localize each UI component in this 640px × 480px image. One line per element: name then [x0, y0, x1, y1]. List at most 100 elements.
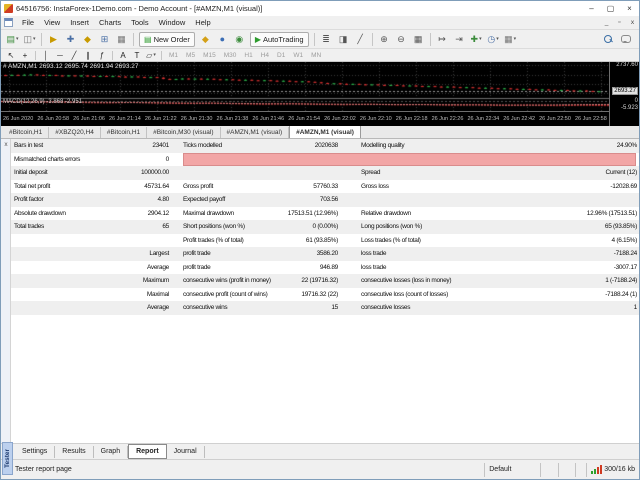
- bar-chart-icon[interactable]: ≣: [319, 32, 334, 47]
- search-icon[interactable]: [604, 34, 613, 44]
- chart-area[interactable]: # AMZN,M1 2693.12 2695.74 2691.94 2693.2…: [1, 62, 639, 126]
- tile-windows-icon[interactable]: ▦: [411, 32, 426, 47]
- tester-tab-journal[interactable]: Journal: [167, 445, 205, 458]
- metaeditor-icon[interactable]: ◆: [198, 32, 213, 47]
- tester-tab-report[interactable]: Report: [128, 444, 167, 459]
- chart-tab[interactable]: #AMZN,M1 (visual): [221, 127, 290, 138]
- chat-icon[interactable]: [621, 35, 631, 43]
- report-cell: 57760.33: [313, 182, 338, 190]
- line-chart-icon[interactable]: ╱: [353, 32, 368, 47]
- zoom-out-icon[interactable]: ⊖: [394, 32, 409, 47]
- navigator-icon[interactable]: ◆: [80, 32, 95, 47]
- data-window-icon[interactable]: ✚: [63, 32, 78, 47]
- report-cell: 65 (93.85%): [604, 223, 637, 230]
- templates-icon[interactable]: ▦ ▾: [503, 32, 518, 47]
- toolbar-separator: [133, 32, 134, 46]
- timeframe-m5-button[interactable]: M5: [182, 52, 199, 59]
- time-axis-label: 26 Jun 22:02: [324, 116, 356, 122]
- shapes-icon[interactable]: ▱ ▾: [145, 50, 157, 61]
- tester-dock-tab[interactable]: Tester: [2, 442, 13, 475]
- fibonacci-icon[interactable]: ƒ: [96, 50, 108, 61]
- report-cell: Total trades: [14, 223, 45, 230]
- crosshair-icon[interactable]: +: [19, 50, 31, 61]
- menu-help[interactable]: Help: [190, 16, 215, 29]
- minimize-button[interactable]: –: [582, 1, 601, 16]
- timeframe-h1-button[interactable]: H1: [240, 52, 256, 59]
- community-icon[interactable]: ●: [215, 32, 230, 47]
- chart-window-icon[interactable]: [4, 18, 13, 27]
- current-price-label: 2693.27: [612, 87, 638, 95]
- label-icon[interactable]: T: [131, 50, 143, 61]
- mdi-restore-button[interactable]: ▫: [613, 17, 626, 28]
- macd-low-label: -5.923: [620, 105, 638, 111]
- menu-bar: File View Insert Charts Tools Window Help _ ▫ …: [1, 16, 639, 30]
- report-cell: Initial deposit: [14, 169, 48, 176]
- auto-scroll-icon[interactable]: ↦: [435, 32, 450, 47]
- periods-icon[interactable]: ◷ ▾: [486, 32, 501, 47]
- autotrading-button[interactable]: ▶ AutoTrading: [249, 31, 309, 47]
- chart-tab[interactable]: #AMZN,M1 (visual): [289, 125, 361, 138]
- status-bar: Tester report page Default 300/16 kb: [1, 459, 639, 479]
- timeframe-m15-button[interactable]: M15: [199, 52, 220, 59]
- timeframe-h4-button[interactable]: H4: [257, 52, 273, 59]
- text-icon[interactable]: A: [117, 50, 129, 61]
- report-cell: -7188.24: [613, 250, 638, 257]
- strategy-tester-icon[interactable]: ▦: [114, 32, 129, 47]
- report-cell: 23401: [152, 142, 169, 149]
- new-chart-icon[interactable]: ▤ ▾: [5, 32, 20, 47]
- trendline-icon[interactable]: ╱: [68, 50, 80, 61]
- zoom-in-icon[interactable]: ⊕: [377, 32, 392, 47]
- timeframe-m30-button[interactable]: M30: [220, 52, 241, 59]
- tester-panel: x Bars in test 23401 Ticks modelled 2020638…: [1, 139, 639, 443]
- close-button[interactable]: ×: [620, 1, 639, 16]
- report-cell: profit trade: [183, 250, 211, 257]
- chart-tab[interactable]: #Bitcoin,M30 (visual): [147, 127, 221, 138]
- report-cell: Long positions (won %): [361, 223, 422, 230]
- menu-tools[interactable]: Tools: [126, 16, 154, 29]
- tester-tab-settings[interactable]: Settings: [15, 445, 56, 458]
- chart-tab[interactable]: #XBZQ20,H4: [49, 127, 101, 138]
- candlestick-chart-icon[interactable]: ◨: [336, 32, 351, 47]
- indicators-icon[interactable]: ✚ ▾: [469, 32, 484, 47]
- price-axis-top-label: 2737.60: [616, 62, 638, 68]
- timeframe-w1-button[interactable]: W1: [289, 52, 307, 59]
- terminal-icon[interactable]: ⊞: [97, 32, 112, 47]
- timeframe-mn-button[interactable]: MN: [307, 52, 325, 59]
- connection-bars-icon: [591, 465, 603, 474]
- status-profile-label: Default: [489, 466, 512, 473]
- news-icon[interactable]: ◉: [232, 32, 247, 47]
- toolbar-separator: [371, 32, 373, 46]
- time-axis-label: 26 Jun 22:42: [503, 116, 536, 122]
- mdi-close-button[interactable]: x: [626, 17, 639, 28]
- menu-insert[interactable]: Insert: [65, 16, 94, 29]
- time-axis: 26 Jun 2020 26 Jun 20:58 26 Jun 21:06 26 Ju…: [1, 111, 609, 126]
- menu-file[interactable]: File: [17, 16, 39, 29]
- cursor-icon[interactable]: ↖: [5, 50, 17, 61]
- report-cell: 45731.64: [144, 182, 169, 190]
- tester-tab-results[interactable]: Results: [55, 445, 94, 458]
- new-order-button[interactable]: ▤ New Order: [139, 31, 195, 47]
- tester-close-icon[interactable]: x: [2, 140, 10, 149]
- market-watch-icon[interactable]: ▶: [46, 32, 61, 47]
- profiles-icon[interactable]: ◫ ▾: [22, 32, 37, 47]
- report-cell: Maximal: [146, 290, 169, 298]
- dropdown-arrow-icon: ▾: [153, 52, 156, 58]
- menu-view[interactable]: View: [39, 16, 65, 29]
- timeframe-m1-button[interactable]: M1: [165, 52, 182, 59]
- tester-tab-graph[interactable]: Graph: [94, 445, 129, 458]
- chart-tab[interactable]: #Bitcoin,H1: [3, 127, 50, 138]
- maximize-button[interactable]: ▢: [601, 1, 620, 16]
- report-cell: 703.56: [319, 196, 338, 203]
- window-title: 64516756: InstaForex-1Demo.com - Demo Ac…: [16, 4, 263, 13]
- chart-shift-icon[interactable]: ⇥: [452, 32, 467, 47]
- mdi-minimize-button[interactable]: _: [600, 17, 613, 28]
- menu-window[interactable]: Window: [154, 16, 191, 29]
- vertical-line-icon[interactable]: │: [40, 50, 52, 61]
- menu-charts[interactable]: Charts: [94, 16, 126, 29]
- timeframe-d1-button[interactable]: D1: [273, 52, 289, 59]
- time-axis-label: 26 Jun 20:58: [37, 116, 70, 122]
- horizontal-line-icon[interactable]: ─: [54, 50, 66, 61]
- report-cell: 22 (19716.32): [301, 277, 338, 284]
- channel-icon[interactable]: ∥: [82, 50, 94, 61]
- chart-tab[interactable]: #Bitcoin,H1: [101, 127, 148, 138]
